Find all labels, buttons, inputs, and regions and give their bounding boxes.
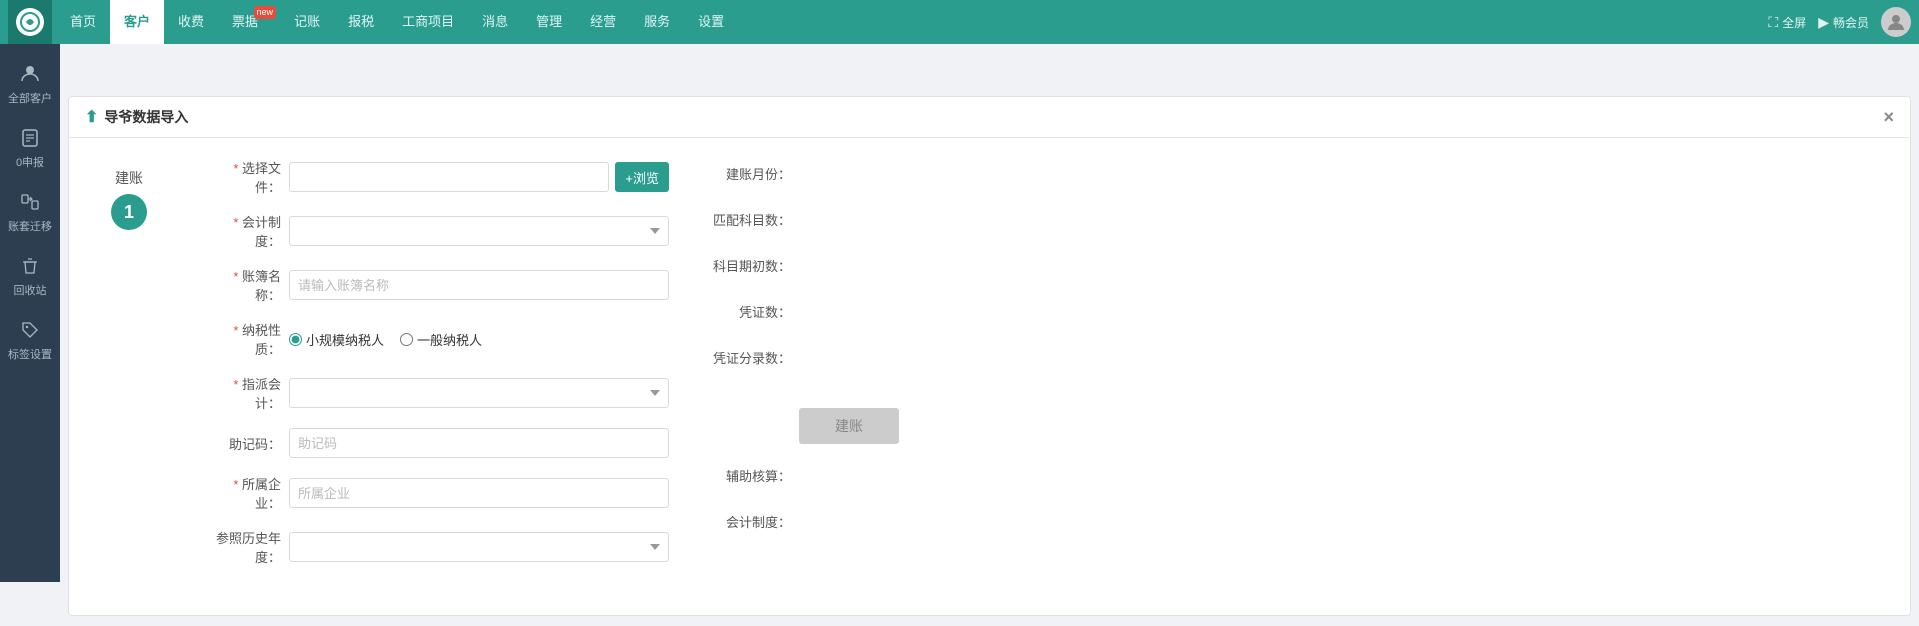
- voucher-count-label: 凭证分录数：: [709, 348, 799, 367]
- company-label: 所属企业：: [209, 474, 289, 512]
- report-icon: [18, 126, 42, 150]
- nav-item-service[interactable]: 服务: [630, 0, 684, 44]
- nav-items: 首页 客户 收费 票据 new 记账 报税 工商项目 消息 管理 经营 服务 设…: [56, 0, 1768, 44]
- tax-general-option[interactable]: 一般纳税人: [400, 330, 482, 349]
- nav-item-manage[interactable]: 管理: [522, 0, 576, 44]
- nav-item-client[interactable]: 客户: [110, 0, 164, 44]
- tax-general-radio[interactable]: [400, 333, 413, 346]
- user-icon: [18, 62, 42, 86]
- browse-button[interactable]: +浏览: [615, 162, 669, 192]
- period-label: 科目期初数：: [709, 256, 799, 275]
- dialog-body: 建账 1 选择文件： +浏览 会计制度：: [69, 138, 1910, 602]
- step-area: 建账 1: [69, 158, 189, 582]
- ledger-input[interactable]: [289, 270, 669, 300]
- nav-item-business[interactable]: 工商项目: [388, 0, 468, 44]
- accountant-row: 指派会计：: [209, 374, 669, 412]
- transfer-icon: [18, 190, 42, 214]
- accounting-row: 会计制度：: [209, 212, 669, 250]
- month-label: 建账月份：: [709, 164, 799, 183]
- sidebar-item-transfer[interactable]: 账套迁移: [0, 182, 60, 242]
- accounting-system-row: 会计制度：: [709, 506, 949, 536]
- vip-button[interactable]: ▶ 畅会员: [1818, 14, 1869, 31]
- accounting-select[interactable]: [289, 216, 669, 246]
- new-badge: new: [254, 6, 277, 19]
- sidebar-item-tags[interactable]: 标签设置: [0, 310, 60, 370]
- period-row: 科目期初数：: [709, 250, 949, 280]
- main-content: ⬆ 导爷数据导入 × 建账 1 选择文件： +浏览: [60, 88, 1919, 626]
- top-navigation: 首页 客户 收费 票据 new 记账 报税 工商项目 消息 管理 经营 服务 设…: [0, 0, 1919, 44]
- voucher-label: 凭证数：: [709, 302, 799, 321]
- step-number: 1: [111, 194, 147, 230]
- sidebar-item-zero-report[interactable]: 0申报: [0, 118, 60, 178]
- step-label: 建账: [115, 168, 143, 188]
- tax-small-radio[interactable]: [289, 333, 302, 346]
- ledger-label: 账簿名称：: [209, 266, 289, 304]
- match-label: 匹配科目数：: [709, 210, 799, 229]
- voucher-count-row: 凭证分录数：: [709, 342, 949, 372]
- dialog-title: 导爷数据导入: [104, 107, 188, 127]
- nav-item-message[interactable]: 消息: [468, 0, 522, 44]
- history-select[interactable]: [289, 532, 669, 562]
- nav-item-bookkeeping[interactable]: 记账: [280, 0, 334, 44]
- sidebar-label-recycle: 回收站: [14, 282, 47, 298]
- form-area: 选择文件： +浏览 会计制度： 账簿名称：: [189, 158, 689, 582]
- dialog-header: ⬆ 导爷数据导入 ×: [69, 97, 1910, 138]
- file-input[interactable]: [289, 162, 609, 192]
- logo-icon: [16, 8, 44, 36]
- build-account-button[interactable]: 建账: [799, 408, 899, 444]
- history-label: 参照历史年度：: [209, 528, 289, 566]
- tax-label: 纳税性质：: [209, 320, 289, 358]
- tax-general-label: 一般纳税人: [417, 330, 482, 349]
- tag-icon: [18, 318, 42, 342]
- file-input-wrap: +浏览: [289, 162, 669, 192]
- fullscreen-button[interactable]: ⛶ 全屏: [1768, 14, 1806, 31]
- trash-icon: [18, 254, 42, 278]
- sidebar-label-transfer: 账套迁移: [8, 218, 52, 234]
- voucher-row: 凭证数：: [709, 296, 949, 326]
- accounting-label: 会计制度：: [209, 212, 289, 250]
- sidebar: 全部客户 0申报 账套迁移 回收站 标签设置: [0, 44, 60, 582]
- tax-small-option[interactable]: 小规模纳税人: [289, 330, 384, 349]
- sidebar-label-all-clients: 全部客户: [8, 90, 52, 106]
- company-row: 所属企业：: [209, 474, 669, 512]
- company-input[interactable]: [289, 478, 669, 508]
- auxiliary-row: 辅助核算：: [709, 460, 949, 490]
- sidebar-label-tags: 标签设置: [8, 346, 52, 362]
- dialog-panel: ⬆ 导爷数据导入 × 建账 1 选择文件： +浏览: [68, 96, 1911, 616]
- memo-row: 助记码：: [209, 428, 669, 458]
- match-row: 匹配科目数：: [709, 204, 949, 234]
- info-area: 建账月份： 匹配科目数： 科目期初数： 凭证数： 凭证分录数：: [689, 158, 969, 582]
- close-button[interactable]: ×: [1883, 108, 1894, 126]
- sidebar-item-all-clients[interactable]: 全部客户: [0, 54, 60, 114]
- play-icon: ▶: [1818, 14, 1829, 31]
- accounting-system-label: 会计制度：: [709, 512, 799, 531]
- nav-item-operation[interactable]: 经营: [576, 0, 630, 44]
- auxiliary-label: 辅助核算：: [709, 466, 799, 485]
- file-row: 选择文件： +浏览: [209, 158, 669, 196]
- nav-item-settings[interactable]: 设置: [684, 0, 738, 44]
- accountant-label: 指派会计：: [209, 374, 289, 412]
- tax-small-label: 小规模纳税人: [306, 330, 384, 349]
- avatar[interactable]: [1881, 7, 1911, 37]
- tax-radio-group: 小规模纳税人 一般纳税人: [289, 330, 669, 349]
- month-row: 建账月份：: [709, 158, 949, 188]
- tax-row: 纳税性质： 小规模纳税人 一般纳税人: [209, 320, 669, 358]
- accountant-select[interactable]: [289, 378, 669, 408]
- nav-item-home[interactable]: 首页: [56, 0, 110, 44]
- file-label: 选择文件：: [209, 158, 289, 196]
- nav-item-invoice[interactable]: 票据 new: [218, 0, 280, 44]
- sidebar-item-recycle[interactable]: 回收站: [0, 246, 60, 306]
- nav-item-tax[interactable]: 报税: [334, 0, 388, 44]
- history-row: 参照历史年度：: [209, 528, 669, 566]
- memo-label: 助记码：: [209, 434, 289, 453]
- logo[interactable]: [8, 0, 52, 44]
- sidebar-label-zero-report: 0申报: [16, 154, 44, 170]
- fullscreen-icon: ⛶: [1768, 14, 1778, 31]
- import-icon: ⬆: [85, 107, 98, 127]
- nav-item-fee[interactable]: 收费: [164, 0, 218, 44]
- memo-input[interactable]: [289, 428, 669, 458]
- ledger-row: 账簿名称：: [209, 266, 669, 304]
- nav-right: ⛶ 全屏 ▶ 畅会员: [1768, 7, 1911, 37]
